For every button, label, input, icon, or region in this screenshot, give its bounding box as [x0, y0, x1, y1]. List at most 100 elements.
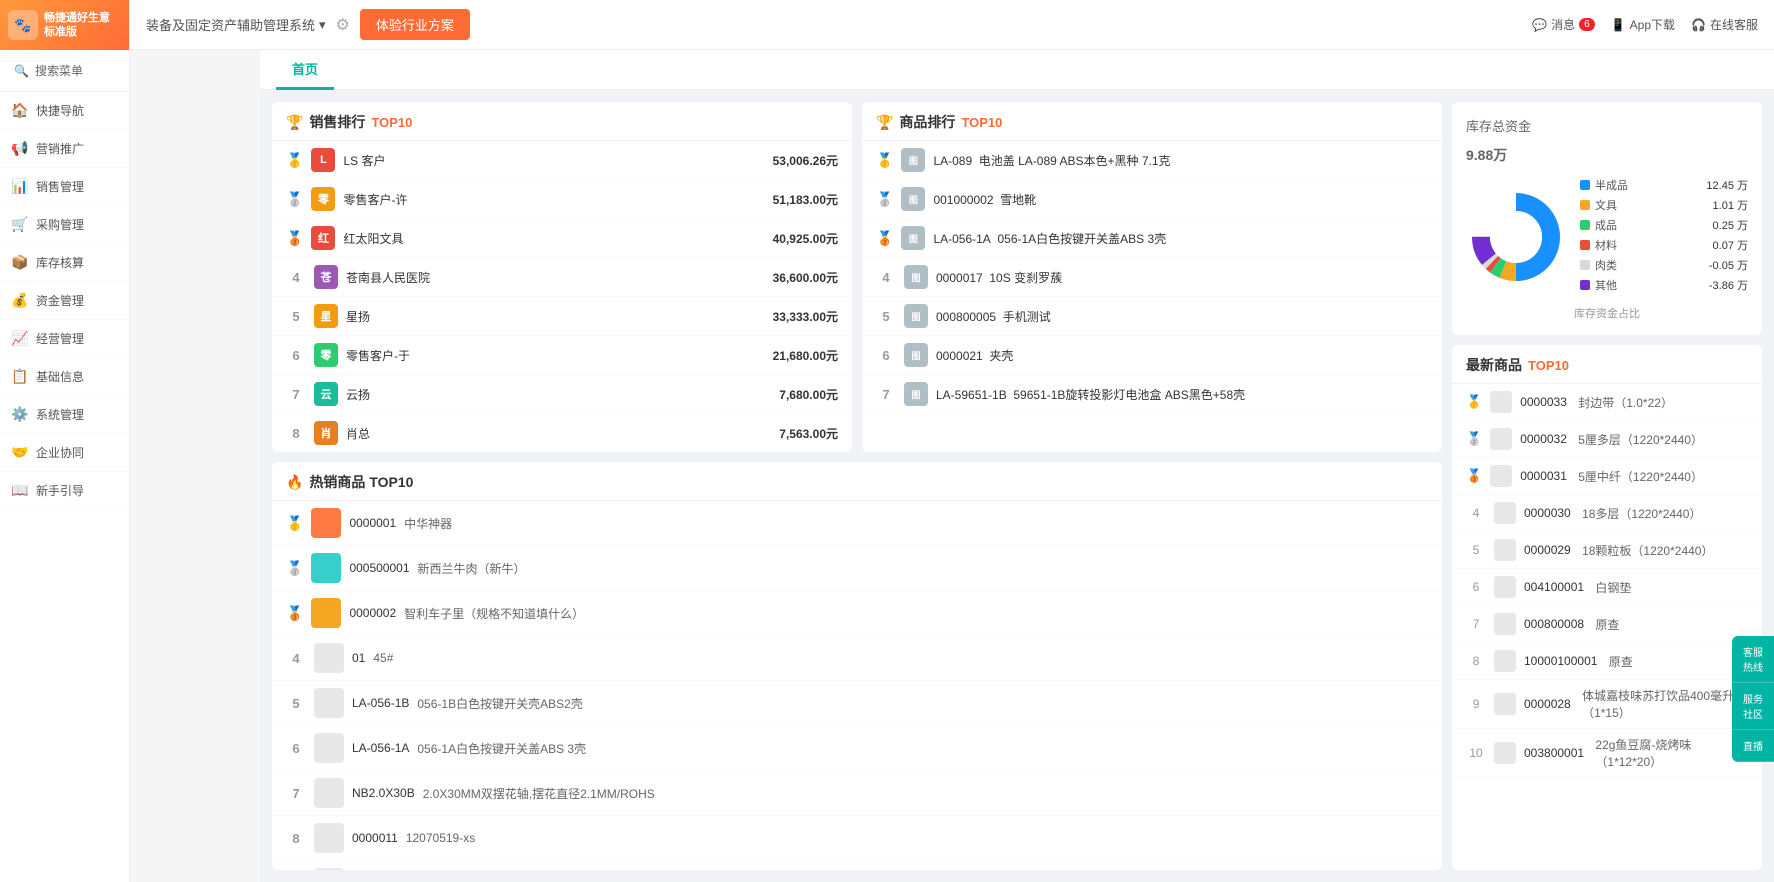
sales-value: 21,680.00元: [773, 347, 838, 364]
system-selector[interactable]: 装备及固定资产辅助管理系统 ▾: [146, 15, 326, 34]
latest-product-image: [1494, 650, 1516, 672]
topbar-right-area: 💬 消息 6 📱 App下载 🎧 在线客服: [1532, 16, 1758, 33]
tab-home[interactable]: 首页: [276, 50, 334, 90]
latest-products-list: 🥇 0000033 封边带（1.0*22） 🥈 0000032 5厘多层（122…: [1452, 384, 1762, 870]
search-menu-button[interactable]: 🔍 搜索菜单: [8, 58, 121, 83]
enterprise-icon: 🤝: [12, 445, 28, 461]
sidebar-item-inventory[interactable]: 📦 库存核算: [0, 244, 129, 282]
hot-product-item: 4 01 45#: [272, 636, 1442, 681]
left-center-column: 🏆 销售排行 TOP10 🥇 L LS 客户 53,006.26元 🥈 零 零售…: [272, 102, 1442, 870]
sales-ranking-panel: 🏆 销售排行 TOP10 🥇 L LS 客户 53,006.26元 🥈 零 零售…: [272, 102, 852, 452]
sidebar-item-purchase[interactable]: 🛒 采购管理: [0, 206, 129, 244]
customer-name: LS 客户: [343, 152, 764, 169]
rank-number: 7: [286, 387, 306, 402]
legend-stationery: 文具 1.01 万: [1580, 197, 1748, 213]
dropdown-arrow-icon: ▾: [319, 17, 326, 33]
sales-rank-item: 🥇 L LS 客户 53,006.26元: [272, 141, 852, 180]
top-panels: 🏆 销售排行 TOP10 🥇 L LS 客户 53,006.26元 🥈 零 零售…: [272, 102, 1442, 452]
legend-finished: 成品 0.25 万: [1580, 217, 1748, 233]
latest-product-code: 0000033: [1520, 395, 1570, 409]
sidebar-item-management[interactable]: 📈 经营管理: [0, 320, 129, 358]
latest-product-item: 5 0000029 18颗粒板（1220*2440）: [1452, 532, 1762, 569]
product-code-name: LA-056-1A 056-1A白色按键开关盖ABS 3壳: [933, 230, 1428, 247]
settings-icon[interactable]: ⚙: [336, 15, 350, 35]
product-ranking-panel: 🏆 商品排行 TOP10 🥇 图 LA-089 电池盖 LA-089 ABS本色…: [862, 102, 1442, 452]
sales-rank-item: 6 零 零售客户-于 21,680.00元: [272, 336, 852, 375]
latest-product-code: 004100001: [1524, 580, 1587, 594]
sales-rank-item: 7 云 云扬 7,680.00元: [272, 375, 852, 414]
legend-value-meat: -0.05 万: [1709, 257, 1748, 273]
rank-number: 9: [1466, 697, 1486, 711]
product-image-placeholder: [314, 823, 344, 853]
latest-product-code: 000800008: [1524, 617, 1587, 631]
latest-products-header: 最新商品 TOP10: [1452, 345, 1762, 384]
trophy2-icon: 🏆: [876, 114, 893, 131]
product-code-name: LA-59651-1B 59651-1B旋转投影灯电池盒 ABS黑色+58壳: [936, 386, 1428, 403]
sales-value: 40,925.00元: [773, 230, 838, 247]
customer-name: 星扬: [346, 308, 765, 325]
sales-ranking-top10: TOP10: [371, 115, 412, 130]
sidebar-search-area[interactable]: 🔍 搜索菜单: [0, 50, 129, 92]
sales-ranking-header: 🏆 销售排行 TOP10: [272, 102, 852, 141]
product-image-placeholder: [314, 733, 344, 763]
hot-product-item: 🥇 0000001 中华神器: [272, 501, 1442, 546]
trial-button[interactable]: 体验行业方案: [360, 9, 470, 40]
sidebar-item-label: 销售管理: [36, 178, 84, 195]
legend-material: 材料 0.07 万: [1580, 237, 1748, 253]
app-download-button[interactable]: 📱 App下载: [1611, 16, 1675, 33]
service-community-button[interactable]: 服务社区: [1732, 683, 1774, 730]
medal-icon: 🥉: [286, 230, 303, 247]
sidebar-item-label: 基础信息: [36, 368, 84, 385]
sales-rank-item: 🥉 红 红太阳文具 40,925.00元: [272, 219, 852, 258]
rank-number: 6: [1466, 580, 1486, 594]
sidebar-item-finance[interactable]: 💰 资金管理: [0, 282, 129, 320]
hot-products-list: 🥇 0000001 中华神器 🥈 000500001 新西兰牛肉（新牛） 🥉 0…: [272, 501, 1442, 870]
system-icon: ⚙️: [12, 407, 28, 423]
customer-hotline-button[interactable]: 客服热线: [1732, 636, 1774, 683]
medal-icon: 🥈: [286, 560, 303, 577]
live-stream-button[interactable]: 直播: [1732, 730, 1774, 762]
hot-product-item: 🥈 000500001 新西兰牛肉（新牛）: [272, 546, 1442, 591]
latest-products-panel: 最新商品 TOP10 🥇 0000033 封边带（1.0*22） 🥈 00000…: [1452, 345, 1762, 870]
latest-product-image: [1494, 693, 1516, 715]
product-rank-item: 4 图 0000017 10S 变刹罗蔟: [862, 258, 1442, 297]
online-service-button[interactable]: 🎧 在线客服: [1691, 16, 1758, 33]
latest-product-item: 4 0000030 18多层（1220*2440）: [1452, 495, 1762, 532]
inventory-panel: 库存总资金 9.88万: [1452, 102, 1762, 335]
sidebar-item-enterprise[interactable]: 🤝 企业协同: [0, 434, 129, 472]
sidebar-item-shortcuts[interactable]: 🏠 快捷导航: [0, 92, 129, 130]
message-button[interactable]: 💬 消息 6: [1532, 16, 1595, 33]
sales-rank-item: 5 星 星扬 33,333.00元: [272, 297, 852, 336]
customer-avatar: 苍: [314, 265, 338, 289]
latest-product-name: 体城嘉枝味苏打饮品400毫升（1*15）: [1582, 687, 1748, 721]
sidebar-item-guide[interactable]: 📖 新手引导: [0, 472, 129, 510]
product-code-name: 001000002 雪地靴: [933, 191, 1428, 208]
product-img: 图: [904, 382, 928, 406]
sidebar-item-marketing[interactable]: 📢 营销推广: [0, 130, 129, 168]
product-name: 45#: [373, 651, 1428, 665]
product-name: 2.0X30MM双摆花轴,摆花直径2.1MM/ROHS: [423, 785, 1428, 802]
latest-product-name: 5厘多层（1220*2440）: [1578, 431, 1748, 448]
latest-product-code: 0000028: [1524, 697, 1574, 711]
product-ranking-header: 🏆 商品排行 TOP10: [862, 102, 1442, 141]
headset-icon: 🎧: [1691, 18, 1706, 32]
product-image-placeholder: [314, 778, 344, 808]
product-rank-item: 6 图 0000021 夹壳: [862, 336, 1442, 375]
legend-dot-material: [1580, 240, 1590, 250]
legend-label-stationery: 文具: [1595, 197, 1617, 213]
rank-number: 7: [876, 387, 896, 402]
legend-dot-finished: [1580, 220, 1590, 230]
legend-value-other: -3.86 万: [1709, 277, 1748, 293]
rank-number: 5: [286, 309, 306, 324]
sidebar-item-sales[interactable]: 📊 销售管理: [0, 168, 129, 206]
sidebar-item-basics[interactable]: 📋 基础信息: [0, 358, 129, 396]
sidebar-item-system[interactable]: ⚙️ 系统管理: [0, 396, 129, 434]
search-icon: 🔍: [14, 64, 29, 78]
customer-avatar: 零: [314, 343, 338, 367]
latest-product-code: 0000032: [1520, 432, 1570, 446]
hot-product-item: 9 KK-SD22110H 花语萌恒温分腿睡袋（厚款）: [272, 861, 1442, 870]
customer-avatar: 星: [314, 304, 338, 328]
legend-dot-meat: [1580, 260, 1590, 270]
latest-product-item: 🥉 0000031 5厘中纤（1220*2440）: [1452, 458, 1762, 495]
rank-number: 4: [286, 651, 306, 666]
